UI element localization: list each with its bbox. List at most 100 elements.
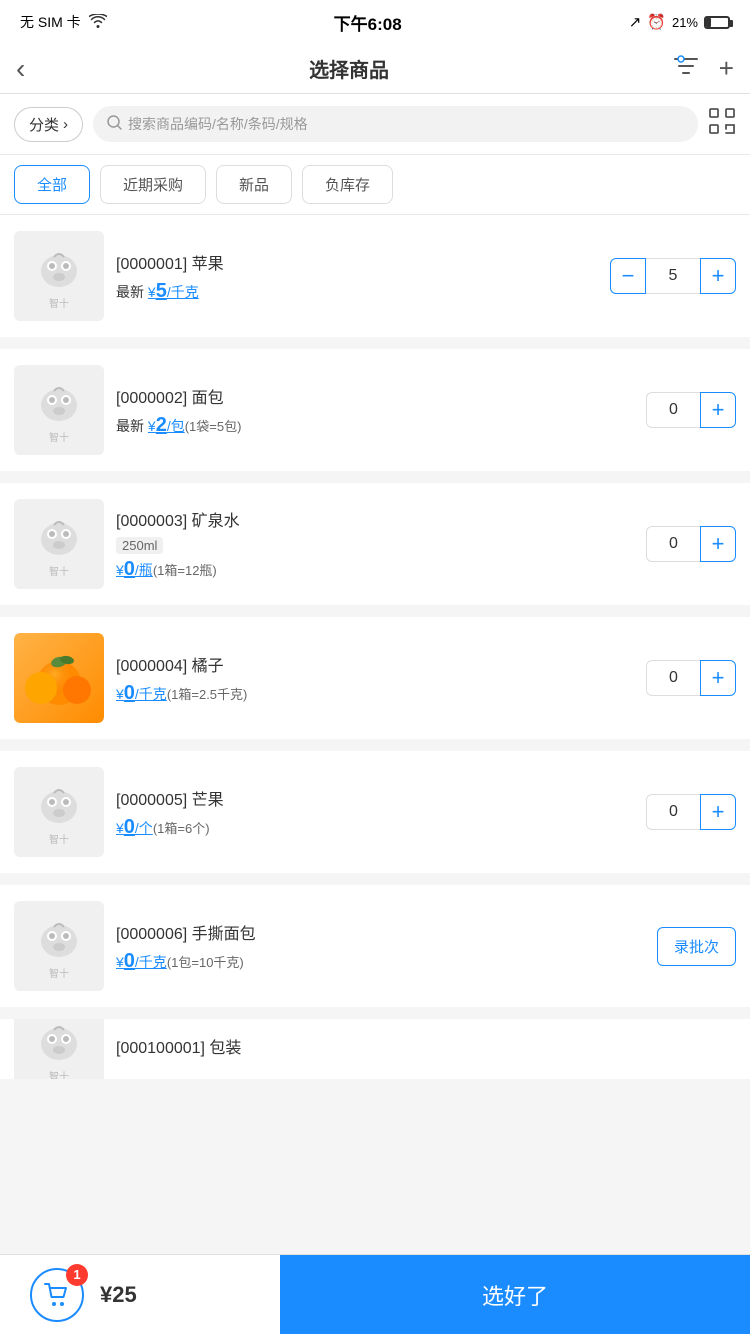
add-icon[interactable]: + — [719, 53, 734, 84]
price-symbol: ¥ — [116, 686, 124, 702]
cart-icon-button[interactable]: 1 — [30, 1268, 84, 1322]
cart-total: ¥25 — [100, 1282, 137, 1308]
price-amount: 0 — [124, 558, 135, 580]
price-symbol: ¥ — [116, 562, 124, 578]
product-info: [000100001] 包装 — [116, 1034, 736, 1064]
product-image — [14, 633, 104, 723]
product-image: 智十 — [14, 901, 104, 991]
product-name: [000100001] 包装 — [116, 1034, 736, 1058]
list-item: 智十 [0000005] 芒果 ¥0/个(1箱=6个) + — [0, 751, 750, 873]
qty-input[interactable] — [646, 526, 700, 562]
qty-controls: + — [646, 660, 736, 696]
qty-input[interactable] — [646, 258, 700, 294]
list-item: 智十 [0000001] 苹果 最新 ¥5/千克 − + — [0, 215, 750, 337]
battery-icon — [704, 16, 730, 29]
search-placeholder: 搜索商品编码/名称/条码/规格 — [128, 114, 308, 134]
qty-plus-button[interactable]: + — [700, 794, 736, 830]
owl-logo: 智十 — [34, 243, 84, 310]
price-amount: 5 — [156, 280, 167, 302]
price-amount: 2 — [156, 414, 167, 436]
qty-plus-button[interactable]: + — [700, 258, 736, 294]
product-image: 智十 — [14, 767, 104, 857]
tab-negative[interactable]: 负库存 — [302, 165, 393, 204]
qty-plus-button[interactable]: + — [700, 526, 736, 562]
filter-icon[interactable] — [673, 55, 699, 82]
product-spec: 250ml — [116, 537, 163, 554]
list-item: 智十 [0000006] 手撕面包 ¥0/千克(1包=10千克) 录批次 — [0, 885, 750, 1007]
product-image: 智十 — [14, 1019, 104, 1079]
product-image: 智十 — [14, 365, 104, 455]
category-arrow: › — [63, 116, 68, 133]
product-list: 智十 [0000001] 苹果 最新 ¥5/千克 − + — [0, 215, 750, 1171]
price-suffix: (1箱=6个) — [153, 821, 210, 836]
status-carrier: 无 SIM 卡 — [20, 12, 107, 32]
price-suffix: (1袋=5包) — [185, 419, 242, 434]
battery-percent: 21% — [672, 15, 698, 30]
price-prefix: 最新 — [116, 418, 144, 434]
location-icon: ↗ — [629, 13, 642, 31]
product-image: 智十 — [14, 499, 104, 589]
qty-input[interactable] — [646, 392, 700, 428]
product-name: [0000003] 矿泉水 — [116, 507, 634, 531]
owl-logo: 智十 — [34, 1019, 84, 1079]
product-price: ¥0/个(1箱=6个) — [116, 816, 634, 839]
scan-icon[interactable] — [708, 107, 736, 141]
qty-input[interactable] — [646, 660, 700, 696]
product-name: [0000004] 橘子 — [116, 652, 634, 676]
list-item: 智十 [0000002] 面包 最新 ¥2/包(1袋=5包) + — [0, 349, 750, 471]
product-name: [0000002] 面包 — [116, 384, 634, 408]
qty-plus-button[interactable]: + — [700, 392, 736, 428]
price-unit: /千克 — [135, 686, 167, 702]
confirm-button[interactable]: 选好了 — [280, 1255, 750, 1334]
batch-button[interactable]: 录批次 — [657, 927, 736, 966]
product-info: [0000004] 橘子 ¥0/千克(1箱=2.5千克) — [116, 652, 634, 705]
tab-new[interactable]: 新品 — [216, 165, 292, 204]
category-label: 分类 — [29, 114, 59, 135]
tab-bar: 全部 近期采购 新品 负库存 — [0, 155, 750, 215]
qty-controls: + — [646, 392, 736, 428]
batch-controls: 录批次 — [657, 927, 736, 966]
qty-input[interactable] — [646, 794, 700, 830]
status-bar: 无 SIM 卡 下午6:08 ↗ ⏰ 21% — [0, 0, 750, 44]
product-price: ¥0/千克(1包=10千克) — [116, 950, 645, 973]
product-image: 智十 — [14, 231, 104, 321]
price-unit: /个 — [135, 820, 153, 836]
nav-actions: + — [673, 53, 734, 84]
qty-plus-button[interactable]: + — [700, 660, 736, 696]
status-indicators: ↗ ⏰ 21% — [629, 13, 730, 31]
qty-controls: − + — [610, 258, 736, 294]
cart-badge: 1 — [66, 1264, 88, 1286]
bottom-bar: 1 ¥25 选好了 — [0, 1254, 750, 1334]
price-symbol: ¥ — [116, 954, 124, 970]
price-suffix: (1箱=2.5千克) — [167, 687, 248, 702]
price-suffix: (1包=10千克) — [167, 955, 244, 970]
product-info: [0000001] 苹果 最新 ¥5/千克 — [116, 250, 598, 303]
back-button[interactable]: ‹ — [16, 53, 25, 85]
status-time: 下午6:08 — [334, 10, 402, 35]
product-name: [0000001] 苹果 — [116, 250, 598, 274]
price-unit: /千克 — [167, 284, 199, 300]
product-info: [0000006] 手撕面包 ¥0/千克(1包=10千克) — [116, 920, 645, 973]
product-price: ¥0/瓶(1箱=12瓶) — [116, 558, 634, 581]
wifi-icon — [89, 14, 107, 31]
product-info: [0000005] 芒果 ¥0/个(1箱=6个) — [116, 786, 634, 839]
tab-recent[interactable]: 近期采购 — [100, 165, 206, 204]
product-price: 最新 ¥2/包(1袋=5包) — [116, 414, 634, 437]
search-box[interactable]: 搜索商品编码/名称/条码/规格 — [93, 106, 698, 142]
category-button[interactable]: 分类 › — [14, 107, 83, 142]
product-name: [0000005] 芒果 — [116, 786, 634, 810]
product-name: [0000006] 手撕面包 — [116, 920, 645, 944]
price-amount: 0 — [124, 682, 135, 704]
price-amount: 0 — [124, 816, 135, 838]
qty-minus-button[interactable]: − — [610, 258, 646, 294]
cart-area: 1 ¥25 — [0, 1268, 280, 1322]
owl-logo: 智十 — [34, 913, 84, 980]
price-unit: /千克 — [135, 954, 167, 970]
product-price: ¥0/千克(1箱=2.5千克) — [116, 682, 634, 705]
price-symbol: ¥ — [148, 418, 156, 434]
price-symbol: ¥ — [148, 284, 156, 300]
product-info: [0000003] 矿泉水 250ml ¥0/瓶(1箱=12瓶) — [116, 507, 634, 581]
tab-all[interactable]: 全部 — [14, 165, 90, 204]
list-item: 智十 [0000003] 矿泉水 250ml ¥0/瓶(1箱=12瓶) + — [0, 483, 750, 605]
list-item: 智十 [000100001] 包装 — [0, 1019, 750, 1079]
